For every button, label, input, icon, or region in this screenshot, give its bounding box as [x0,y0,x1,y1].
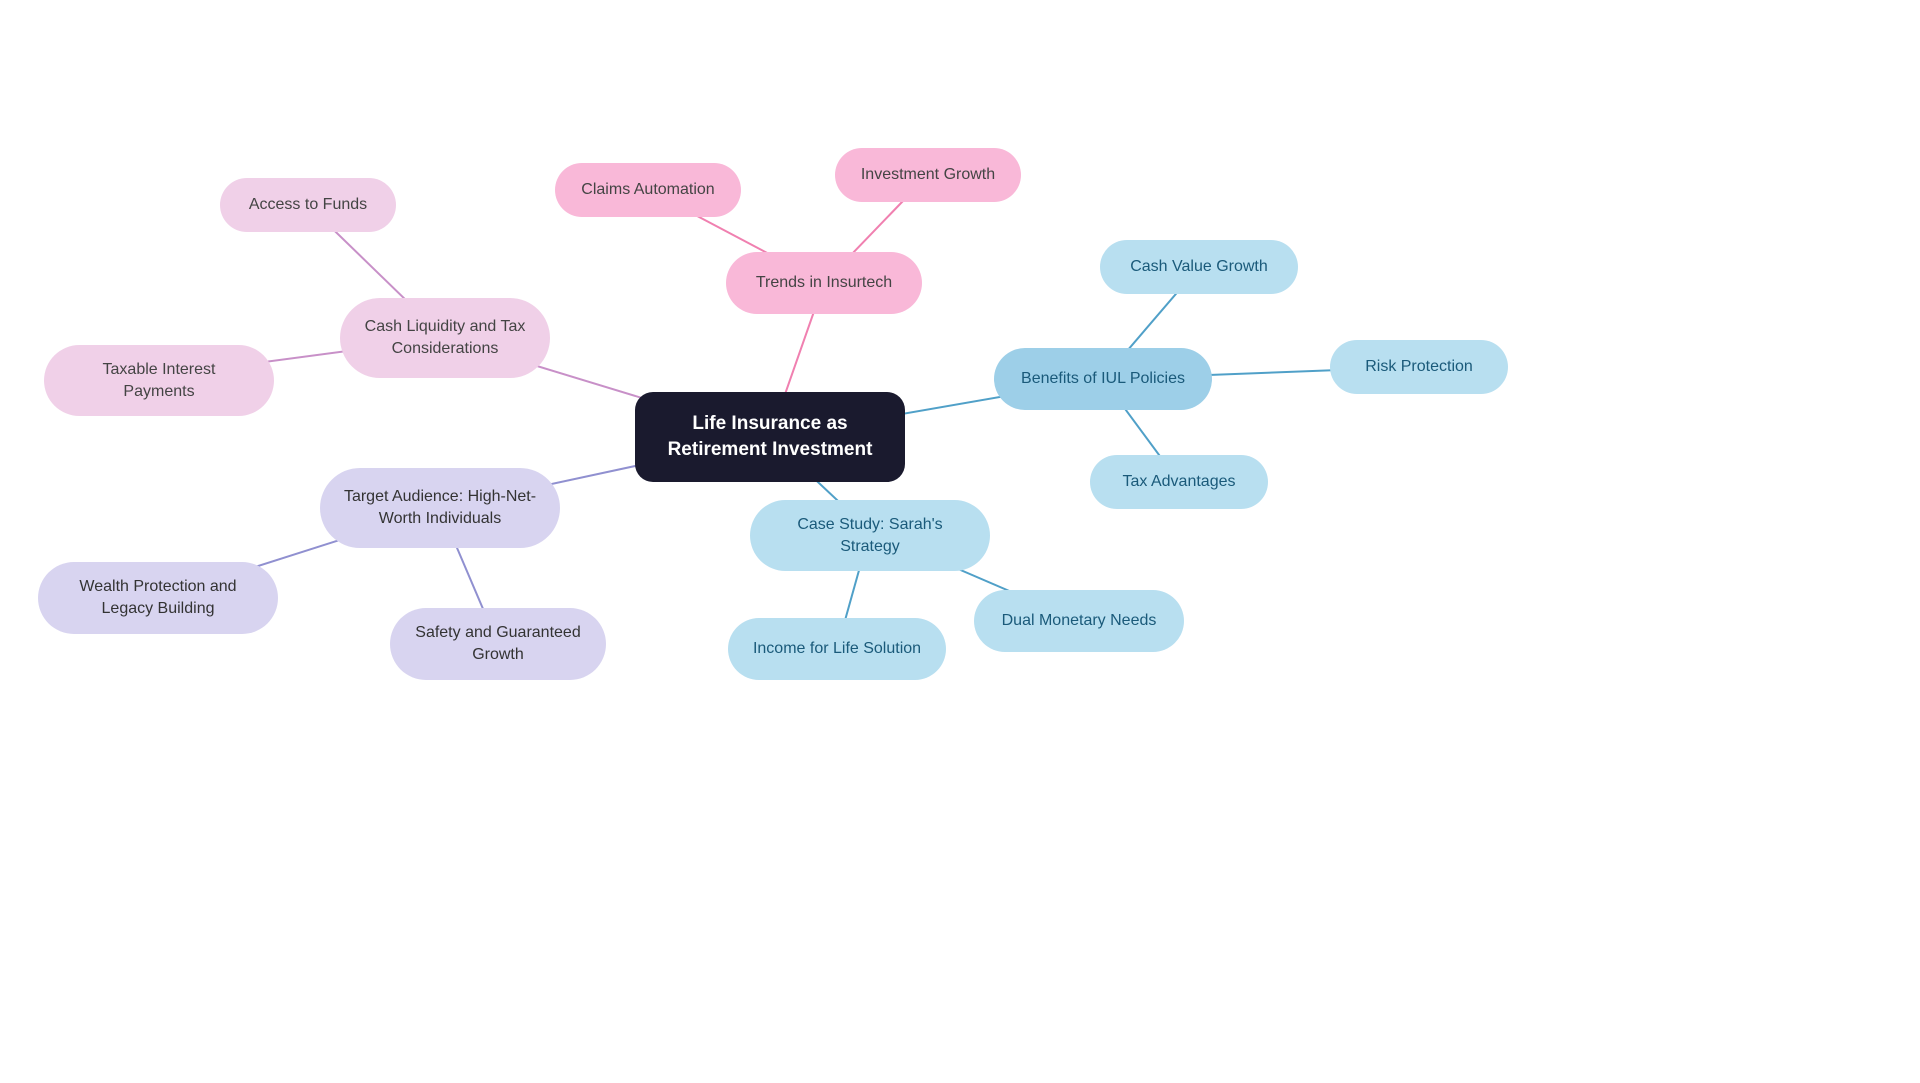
node-cash_liquidity: Cash Liquidity and Tax Considerations [340,298,550,378]
node-risk_protection: Risk Protection [1330,340,1508,394]
node-cash_value_growth: Cash Value Growth [1100,240,1298,294]
node-benefits_iul: Benefits of IUL Policies [994,348,1212,410]
node-taxable_interest: Taxable Interest Payments [44,345,274,416]
node-target_audience: Target Audience: High-Net-Worth Individu… [320,468,560,548]
node-claims_automation: Claims Automation [555,163,741,217]
node-trends_insurtech: Trends in Insurtech [726,252,922,314]
node-tax_advantages: Tax Advantages [1090,455,1268,509]
node-access_to_funds: Access to Funds [220,178,396,232]
node-dual_monetary: Dual Monetary Needs [974,590,1184,652]
node-investment_growth: Investment Growth [835,148,1021,202]
node-income_life: Income for Life Solution [728,618,946,680]
node-wealth_protection: Wealth Protection and Legacy Building [38,562,278,634]
node-case_study: Case Study: Sarah's Strategy [750,500,990,571]
node-safety_growth: Safety and Guaranteed Growth [390,608,606,680]
node-center: Life Insurance as Retirement Investment [635,392,905,482]
